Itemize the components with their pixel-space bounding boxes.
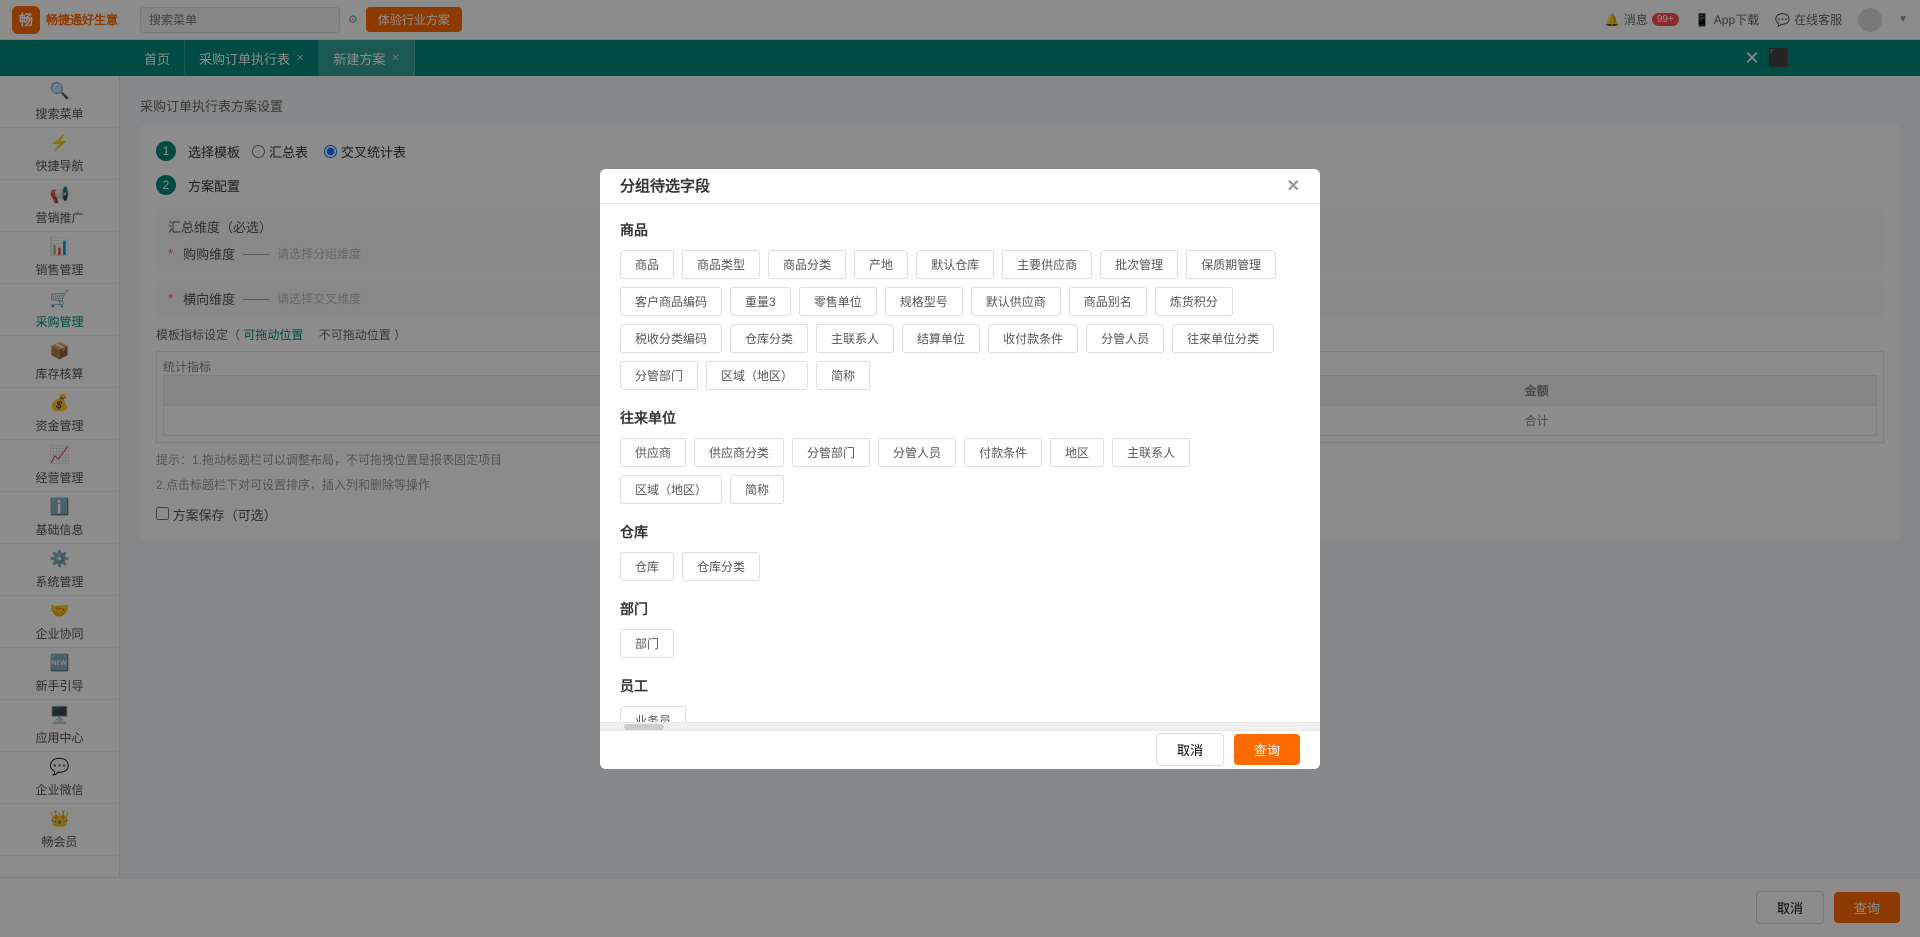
tag-expiry-mgmt[interactable]: 保质期管理	[1186, 250, 1276, 279]
tag-tax-code[interactable]: 税收分类编码	[620, 324, 722, 353]
modal-body: 商品 商品 商品类型 商品分类 产地 默认仓库 主要供应商 批次管理 保质期管理…	[600, 204, 1320, 722]
modal-overlay: 分组待选字段 ✕ 商品 商品 商品类型 商品分类 产地 默认仓库 主要供应商 批…	[0, 0, 1920, 937]
modal-close-btn[interactable]: ✕	[1287, 176, 1300, 196]
tag-abbr-partner[interactable]: 简称	[730, 475, 784, 504]
tag-abbr-goods[interactable]: 简称	[816, 361, 870, 390]
section-goods-title: 商品	[620, 220, 1300, 240]
warehouse-tags: 仓库 仓库分类	[620, 552, 1300, 581]
tag-goods-type[interactable]: 商品类型	[682, 250, 760, 279]
tag-main-contact[interactable]: 主联系人	[816, 324, 894, 353]
section-goods: 商品 商品 商品类型 商品分类 产地 默认仓库 主要供应商 批次管理 保质期管理…	[620, 220, 1300, 390]
tag-region-partner[interactable]: 地区	[1050, 438, 1104, 467]
section-employee: 员工 业务员	[620, 676, 1300, 722]
tag-supplier-category[interactable]: 供应商分类	[694, 438, 784, 467]
tag-main-supplier[interactable]: 主要供应商	[1002, 250, 1092, 279]
tag-default-warehouse[interactable]: 默认仓库	[916, 250, 994, 279]
modal-header: 分组待选字段 ✕	[600, 169, 1320, 205]
modal-footer: 取消 查询	[600, 730, 1320, 769]
modal-confirm-btn[interactable]: 查询	[1234, 734, 1300, 765]
tag-goods[interactable]: 商品	[620, 250, 674, 279]
tag-spec-model[interactable]: 规格型号	[885, 287, 963, 316]
tag-refine-points[interactable]: 炼货积分	[1155, 287, 1233, 316]
dept-tags: 部门	[620, 629, 1300, 658]
goods-tags: 商品 商品类型 商品分类 产地 默认仓库 主要供应商 批次管理 保质期管理 客户…	[620, 250, 1300, 390]
modal-cancel-btn[interactable]: 取消	[1156, 733, 1224, 766]
tag-region-goods[interactable]: 区域（地区）	[706, 361, 808, 390]
tag-warehouse[interactable]: 仓库	[620, 552, 674, 581]
modal-title: 分组待选字段	[620, 175, 710, 196]
tag-customer-code[interactable]: 客户商品编码	[620, 287, 722, 316]
tag-origin[interactable]: 产地	[854, 250, 908, 279]
tag-warehouse-cat[interactable]: 仓库分类	[682, 552, 760, 581]
tag-default-supplier[interactable]: 默认供应商	[971, 287, 1061, 316]
section-partner-title: 往来单位	[620, 408, 1300, 428]
tag-partner-category[interactable]: 往来单位分类	[1172, 324, 1274, 353]
tag-dept[interactable]: 部门	[620, 629, 674, 658]
tag-retail-unit[interactable]: 零售单位	[799, 287, 877, 316]
tag-dept-partner[interactable]: 分管部门	[792, 438, 870, 467]
tag-goods-category[interactable]: 商品分类	[768, 250, 846, 279]
partner-tags: 供应商 供应商分类 分管部门 分管人员 付款条件 地区 主联系人 区域（地区） …	[620, 438, 1300, 504]
tag-person-partner[interactable]: 分管人员	[878, 438, 956, 467]
modal: 分组待选字段 ✕ 商品 商品 商品类型 商品分类 产地 默认仓库 主要供应商 批…	[600, 169, 1320, 769]
tag-manager[interactable]: 分管人员	[1086, 324, 1164, 353]
section-warehouse-title: 仓库	[620, 522, 1300, 542]
tag-settlement-unit[interactable]: 结算单位	[902, 324, 980, 353]
tag-warehouse-category[interactable]: 仓库分类	[730, 324, 808, 353]
employee-tags: 业务员	[620, 706, 1300, 722]
section-employee-title: 员工	[620, 676, 1300, 696]
tag-dept-in-charge[interactable]: 分管部门	[620, 361, 698, 390]
tag-batch-mgmt[interactable]: 批次管理	[1100, 250, 1178, 279]
section-dept-title: 部门	[620, 599, 1300, 619]
section-dept: 部门 部门	[620, 599, 1300, 658]
hscroll-thumb	[624, 724, 664, 730]
tag-goods-alias[interactable]: 商品别名	[1069, 287, 1147, 316]
tag-payment-terms[interactable]: 收付款条件	[988, 324, 1078, 353]
section-partner: 往来单位 供应商 供应商分类 分管部门 分管人员 付款条件 地区 主联系人 区域…	[620, 408, 1300, 504]
tag-payment-cond[interactable]: 付款条件	[964, 438, 1042, 467]
modal-hscroll[interactable]	[600, 722, 1320, 730]
tag-contact-partner[interactable]: 主联系人	[1112, 438, 1190, 467]
tag-region2-partner[interactable]: 区域（地区）	[620, 475, 722, 504]
section-warehouse: 仓库 仓库 仓库分类	[620, 522, 1300, 581]
tag-weight[interactable]: 重量3	[730, 287, 791, 316]
tag-salesperson[interactable]: 业务员	[620, 706, 686, 722]
tag-supplier[interactable]: 供应商	[620, 438, 686, 467]
